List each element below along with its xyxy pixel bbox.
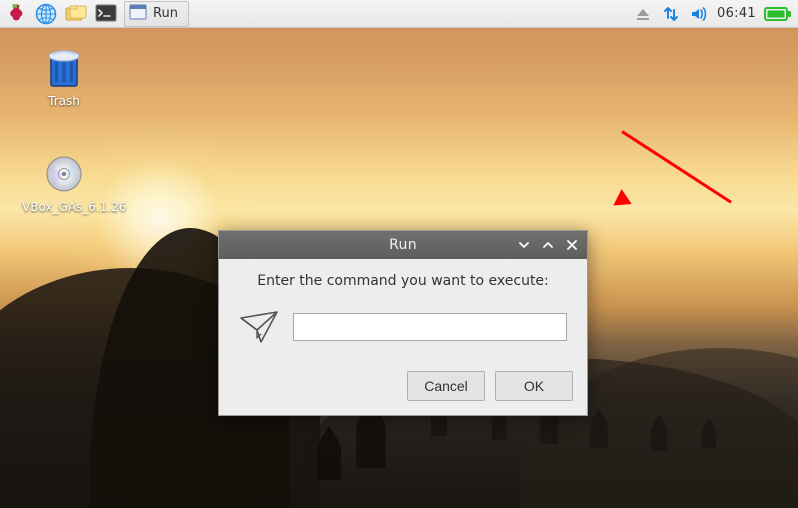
ok-button[interactable]: OK: [495, 371, 573, 401]
desktop-icon-disc[interactable]: VBox_GAs_6.1.26: [22, 150, 106, 214]
clock[interactable]: 06:41: [717, 6, 756, 21]
run-dialog: Run Enter the command you want to execut…: [218, 230, 588, 416]
taskbar-task-run[interactable]: Run: [124, 1, 189, 27]
terminal-icon[interactable]: [94, 2, 118, 26]
volume-icon[interactable]: [689, 4, 709, 24]
desktop-icon-label: VBox_GAs_6.1.26: [22, 200, 106, 214]
taskbar-task-label: Run: [153, 6, 178, 21]
file-manager-icon[interactable]: [64, 2, 88, 26]
desktop-icon-trash[interactable]: Trash: [22, 44, 106, 108]
battery-icon[interactable]: [764, 4, 792, 24]
taskbar: Run 06:41: [0, 0, 798, 28]
command-input[interactable]: [293, 313, 567, 341]
web-browser-icon[interactable]: [34, 2, 58, 26]
window-close-icon[interactable]: [563, 236, 581, 254]
menu-raspberry-icon[interactable]: [4, 2, 28, 26]
window-icon: [129, 4, 147, 24]
trash-icon: [40, 44, 88, 92]
dialog-prompt: Enter the command you want to execute:: [235, 273, 571, 289]
dialog-titlebar[interactable]: Run: [219, 231, 587, 259]
cancel-button[interactable]: Cancel: [407, 371, 485, 401]
desktop-icon-label: Trash: [22, 94, 106, 108]
window-maximize-icon[interactable]: [539, 236, 557, 254]
screen: Trash VBox_GAs_6.1.26: [0, 0, 798, 508]
disc-icon: [40, 150, 88, 198]
paper-plane-icon: [239, 307, 279, 347]
window-minimize-icon[interactable]: [515, 236, 533, 254]
eject-icon[interactable]: [633, 4, 653, 24]
network-updown-icon[interactable]: [661, 4, 681, 24]
